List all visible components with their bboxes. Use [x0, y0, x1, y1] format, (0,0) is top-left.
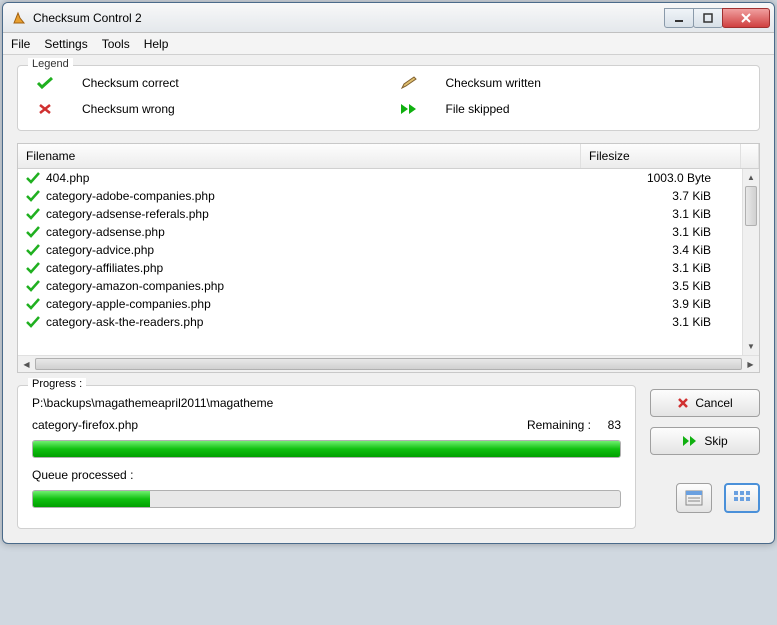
row-filename: category-advice.php	[46, 243, 591, 257]
file-listview[interactable]: Filename Filesize 404.php1003.0 Bytecate…	[17, 143, 760, 373]
window-buttons	[665, 8, 770, 28]
menubar: File Settings Tools Help	[3, 33, 774, 55]
table-row[interactable]: category-amazon-companies.php3.5 KiB	[18, 277, 759, 295]
remaining-label: Remaining :	[527, 418, 591, 432]
progress-title: Progress :	[28, 378, 86, 390]
app-icon	[11, 10, 27, 26]
horizontal-scrollbar[interactable]: ◀ ▶	[18, 355, 759, 372]
row-filesize: 3.5 KiB	[591, 279, 751, 293]
cancel-icon	[677, 397, 689, 409]
details-view-icon	[685, 490, 703, 506]
legend-skipped-label: File skipped	[446, 102, 748, 116]
table-row[interactable]: 404.php1003.0 Byte	[18, 169, 759, 187]
check-correct-icon	[26, 244, 42, 256]
progress-groupbox: Progress : P:\backups\magathemeapril2011…	[17, 385, 636, 529]
view-details-button[interactable]	[676, 483, 712, 513]
close-button[interactable]	[722, 8, 770, 28]
row-filename: category-ask-the-readers.php	[46, 315, 591, 329]
row-filename: category-affiliates.php	[46, 261, 591, 275]
row-filename: category-adsense.php	[46, 225, 591, 239]
view-grid-button[interactable]	[724, 483, 760, 513]
check-correct-icon	[26, 280, 42, 292]
row-filename: category-adsense-referals.php	[46, 207, 591, 221]
pencil-icon	[400, 76, 430, 90]
table-row[interactable]: category-affiliates.php3.1 KiB	[18, 259, 759, 277]
column-filesize[interactable]: Filesize	[581, 144, 741, 168]
hscroll-thumb[interactable]	[35, 358, 742, 370]
row-filesize: 3.9 KiB	[591, 297, 751, 311]
hscroll-track[interactable]	[35, 356, 742, 372]
skip-button-icon	[682, 435, 698, 447]
scroll-right-arrow-icon[interactable]: ▶	[742, 360, 759, 369]
queue-label: Queue processed :	[32, 468, 133, 482]
legend-title: Legend	[28, 58, 73, 70]
skip-label: Skip	[704, 434, 727, 448]
row-filesize: 3.1 KiB	[591, 207, 751, 221]
check-correct-icon	[26, 316, 42, 328]
row-filename: category-apple-companies.php	[46, 297, 591, 311]
legend-groupbox: Legend Checksum correct Checksum written…	[17, 65, 760, 131]
scroll-thumb[interactable]	[745, 186, 757, 226]
menu-file[interactable]: File	[11, 37, 30, 51]
check-correct-icon	[26, 190, 42, 202]
row-filesize: 3.4 KiB	[591, 243, 751, 257]
row-filesize: 3.1 KiB	[591, 261, 751, 275]
app-window: Checksum Control 2 File Settings Tools H…	[2, 2, 775, 544]
vertical-scrollbar[interactable]: ▲ ▼	[742, 169, 759, 355]
table-row[interactable]: category-apple-companies.php3.9 KiB	[18, 295, 759, 313]
row-filename: category-amazon-companies.php	[46, 279, 591, 293]
check-correct-icon	[26, 172, 42, 184]
table-row[interactable]: category-adsense.php3.1 KiB	[18, 223, 759, 241]
row-filesize: 3.7 KiB	[591, 189, 751, 203]
row-filesize: 1003.0 Byte	[591, 171, 751, 185]
scroll-track[interactable]	[743, 186, 759, 338]
cancel-label: Cancel	[695, 396, 732, 410]
window-title: Checksum Control 2	[33, 11, 665, 25]
table-row[interactable]: category-ask-the-readers.php3.1 KiB	[18, 313, 759, 331]
menu-settings[interactable]: Settings	[44, 37, 87, 51]
legend-written-label: Checksum written	[446, 76, 748, 90]
legend-wrong-label: Checksum wrong	[82, 102, 384, 116]
check-correct-icon	[26, 208, 42, 220]
row-filename: 404.php	[46, 171, 591, 185]
check-correct-icon	[26, 298, 42, 310]
list-header: Filename Filesize	[18, 144, 759, 169]
client-area: Legend Checksum correct Checksum written…	[3, 55, 774, 543]
cancel-button[interactable]: Cancel	[650, 389, 760, 417]
file-progress-bar	[32, 440, 621, 458]
check-correct-icon	[26, 262, 42, 274]
grid-view-icon	[733, 490, 751, 506]
table-row[interactable]: category-adsense-referals.php3.1 KiB	[18, 205, 759, 223]
current-file: category-firefox.php	[32, 418, 138, 432]
maximize-button[interactable]	[693, 8, 723, 28]
check-correct-icon	[36, 76, 66, 90]
check-correct-icon	[26, 226, 42, 238]
titlebar[interactable]: Checksum Control 2	[3, 3, 774, 33]
row-filename: category-adobe-companies.php	[46, 189, 591, 203]
legend-correct-label: Checksum correct	[82, 76, 384, 90]
queue-progress-bar	[32, 490, 621, 508]
remaining-count: 83	[591, 418, 621, 432]
menu-help[interactable]: Help	[144, 37, 169, 51]
scroll-up-arrow-icon[interactable]: ▲	[743, 169, 759, 186]
progress-path: P:\backups\magathemeapril2011\magatheme	[32, 396, 273, 410]
cross-wrong-icon	[36, 102, 66, 116]
bottom-panel: Progress : P:\backups\magathemeapril2011…	[17, 385, 760, 529]
skip-icon	[400, 102, 430, 116]
skip-button[interactable]: Skip	[650, 427, 760, 455]
column-scrollbar-spacer	[741, 144, 759, 168]
row-filesize: 3.1 KiB	[591, 315, 751, 329]
scroll-down-arrow-icon[interactable]: ▼	[743, 338, 759, 355]
menu-tools[interactable]: Tools	[102, 37, 130, 51]
action-buttons: Cancel Skip	[650, 385, 760, 529]
column-filename[interactable]: Filename	[18, 144, 581, 168]
table-row[interactable]: category-adobe-companies.php3.7 KiB	[18, 187, 759, 205]
scroll-left-arrow-icon[interactable]: ◀	[18, 360, 35, 369]
row-filesize: 3.1 KiB	[591, 225, 751, 239]
table-row[interactable]: category-advice.php3.4 KiB	[18, 241, 759, 259]
minimize-button[interactable]	[664, 8, 694, 28]
